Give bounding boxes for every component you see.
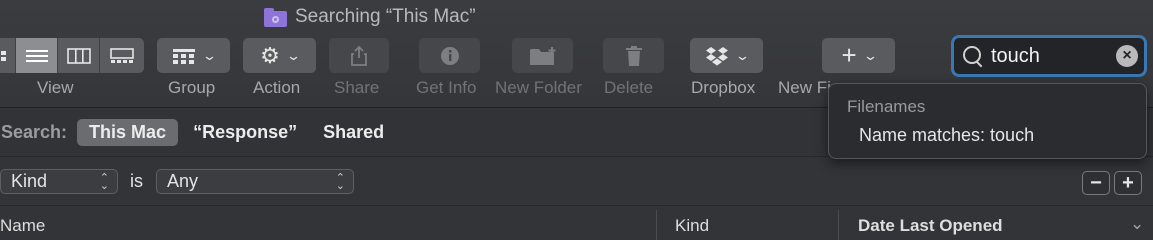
get-info-label: Get Info [416,78,477,97]
share-label: Share [334,78,380,97]
group-icon [173,48,196,64]
new-file-button[interactable]: + ⌄ [822,38,895,73]
smart-folder-icon [264,7,287,27]
add-criterion-button[interactable]: + [1114,171,1142,195]
view-gallery-button[interactable] [100,38,144,73]
attribute-popup[interactable]: Kind ⌃ ⌄ [0,169,118,194]
action-button[interactable]: ⚙ ⌄ [243,38,316,73]
search-icon [961,44,985,68]
new-folder-label: New Folder [495,78,582,97]
gear-icon: ⚙ [260,42,280,68]
column-date-last-opened[interactable]: Date Last Opened [858,216,1003,236]
gallery-view-icon [110,47,134,63]
new-folder-button[interactable] [512,38,573,73]
icon-view-icon [0,50,6,61]
attribute-value: Kind [11,171,48,191]
search-field[interactable]: touch × [951,35,1147,77]
group-button[interactable]: ⌄ [157,38,230,73]
group-label: Group [168,78,216,97]
operator-text: is [130,171,143,191]
view-segmented-control [0,38,144,73]
window-title-text: Searching “This Mac” [295,6,476,27]
clear-search-icon[interactable]: × [1116,45,1138,67]
dropbox-button[interactable]: ⌄ [690,38,763,73]
list-view-icon [25,49,48,62]
action-label: Action [253,78,301,97]
minus-icon: − [1090,171,1102,194]
updown-chevron-icon: ⌃ ⌄ [99,171,109,192]
suggestion-item[interactable]: Name matches: touch [859,125,1034,146]
search-criteria-bar: Kind ⌃ ⌄ is Any ⌃ ⌄ [0,158,1153,206]
view-list-button[interactable] [16,38,58,73]
new-file-label: New Fi [778,78,831,97]
search-suggestions-menu: Filenames Name matches: touch [828,83,1147,159]
chevron-down-icon: ⌄ [862,47,878,63]
scope-this-mac[interactable]: This Mac [77,119,179,146]
share-icon [351,45,367,66]
column-header-row: Name Kind Date Last Opened ⌄ [0,210,1153,240]
remove-criterion-button[interactable]: − [1082,171,1110,195]
column-view-icon [66,47,91,64]
value-popup[interactable]: Any ⌃ ⌄ [156,169,354,194]
value-text: Any [167,171,199,191]
search-input[interactable]: touch [991,45,1116,68]
delete-button[interactable] [603,38,664,73]
get-info-button[interactable] [419,38,480,73]
column-kind[interactable]: Kind [675,216,709,236]
view-label: View [37,78,74,97]
chevron-down-icon: ⌄ [734,47,751,63]
scope-label: Search: [1,122,68,142]
updown-chevron-icon: ⌃ ⌄ [335,171,345,192]
plus-icon: + [841,40,857,70]
plus-icon: + [1122,171,1134,194]
scope-shared[interactable]: Shared [323,122,384,143]
delete-label: Delete [604,78,654,97]
dropbox-label: Dropbox [691,78,756,97]
chevron-down-icon: ⌄ [285,47,301,63]
suggestion-section-header: Filenames [847,97,926,116]
column-divider[interactable] [838,210,839,240]
view-columns-button[interactable] [58,38,100,73]
window-title: Searching “This Mac” [264,5,476,29]
new-folder-icon [529,46,555,65]
trash-icon [625,45,642,66]
chevron-down-icon: ⌄ [201,47,218,63]
column-name[interactable]: Name [0,216,45,236]
scope-response[interactable]: “Response” [193,122,297,143]
share-button[interactable] [329,38,389,73]
dropbox-icon [706,46,729,65]
info-icon [440,46,459,65]
view-icon-button[interactable] [0,38,16,73]
column-divider[interactable] [656,210,657,240]
sort-chevron-icon[interactable]: ⌄ [1130,214,1144,234]
